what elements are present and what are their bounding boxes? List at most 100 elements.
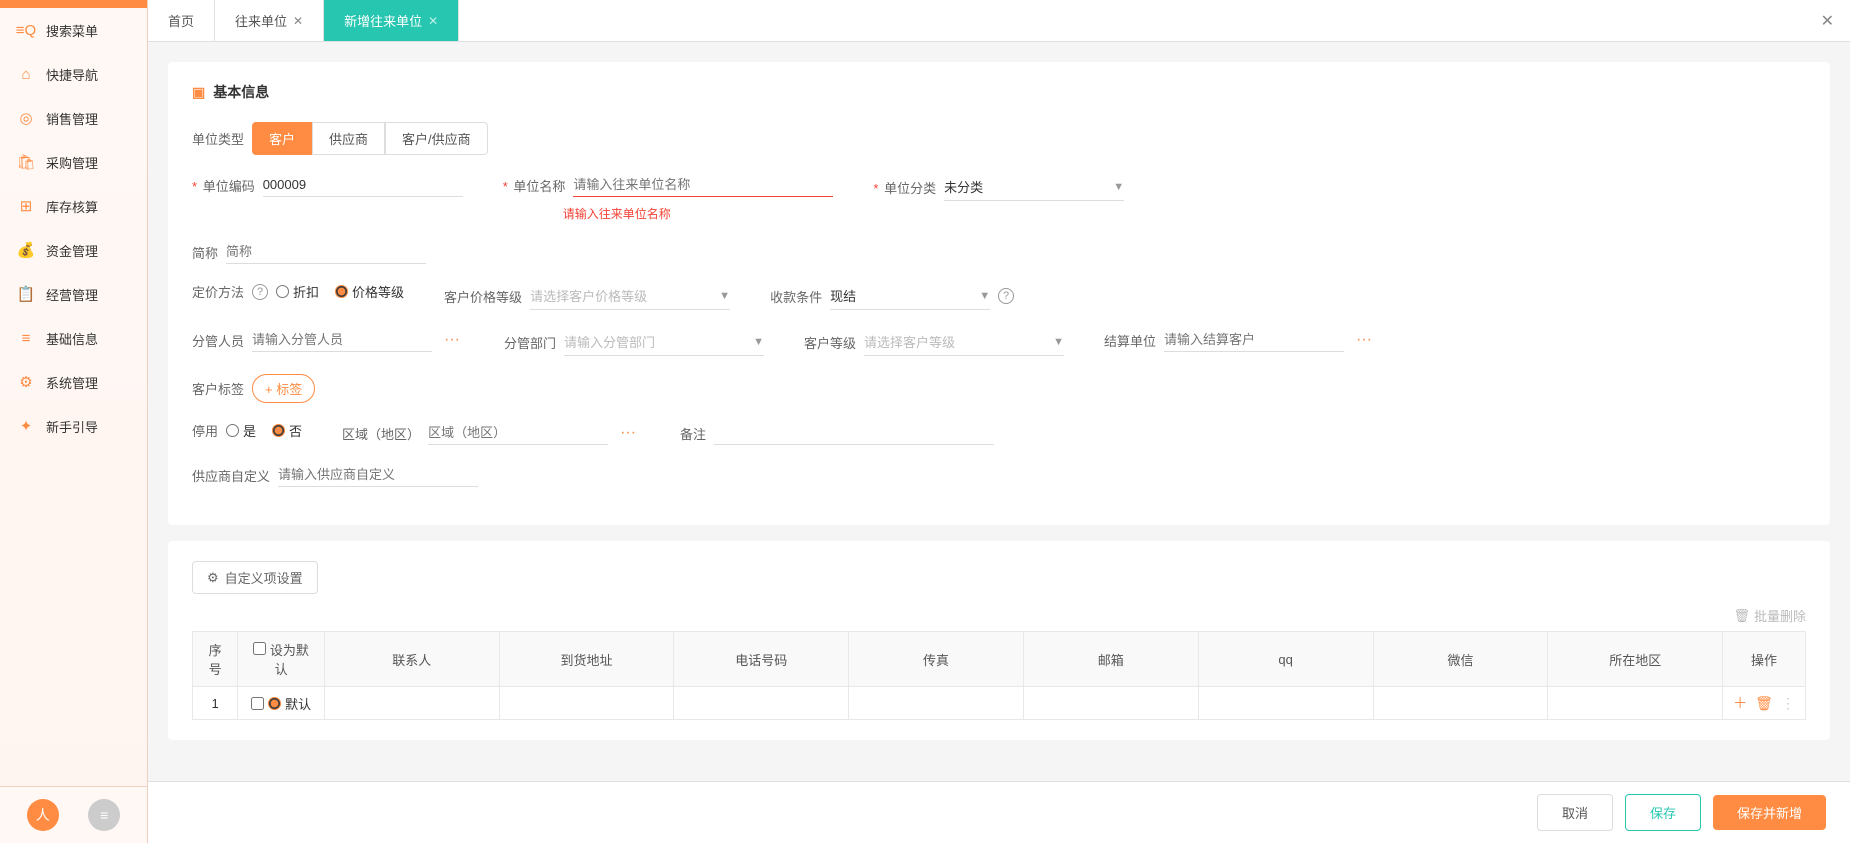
- tab-bar: 首页 往来单位 ✕ 新增往来单位 ✕ ✕: [148, 0, 1850, 42]
- row-fax[interactable]: [849, 687, 1024, 720]
- customer-level-label: 客户等级: [804, 333, 856, 352]
- sidebar-item-baseinfo-label: 基础信息: [46, 329, 98, 348]
- tab-partner-close[interactable]: ✕: [293, 14, 303, 28]
- disabled-yes-radio[interactable]: [226, 424, 239, 437]
- sidebar-item-purchase[interactable]: 🛍 采购管理: [0, 140, 147, 184]
- unit-type-both-btn[interactable]: 客户/供应商: [385, 122, 488, 155]
- main-content: 首页 往来单位 ✕ 新增往来单位 ✕ ✕ ▣ 基本信息 单位类型 客户: [148, 0, 1850, 843]
- unit-type-supplier-btn[interactable]: 供应商: [312, 122, 385, 155]
- sidebar-item-inventory-label: 库存核算: [46, 197, 98, 216]
- unit-code-label: * 单位编码: [192, 176, 255, 195]
- unit-category-select[interactable]: 未分类 ▼: [944, 173, 1124, 201]
- pricing-discount-label[interactable]: 折扣: [276, 282, 319, 301]
- unit-type-customer-btn[interactable]: 客户: [252, 122, 312, 155]
- tab-partner[interactable]: 往来单位 ✕: [215, 0, 324, 41]
- cancel-button[interactable]: 取消: [1537, 794, 1613, 831]
- pricing-discount-radio[interactable]: [276, 285, 289, 298]
- wechat-input[interactable]: [1384, 696, 1538, 711]
- sidebar-header: [0, 0, 147, 8]
- batch-delete-area: 🗑 批量删除: [192, 606, 1806, 625]
- delete-row-icon[interactable]: 🗑: [1755, 695, 1773, 712]
- row-default-radio[interactable]: [268, 697, 281, 710]
- contact-input[interactable]: [335, 696, 489, 711]
- disabled-no-label[interactable]: 否: [272, 421, 302, 440]
- fax-input[interactable]: [859, 696, 1013, 711]
- disabled-no-radio[interactable]: [272, 424, 285, 437]
- custom-settings-button[interactable]: ⚙ 自定义项设置: [192, 561, 318, 594]
- select-all-checkbox[interactable]: [253, 642, 266, 655]
- row-qq[interactable]: [1198, 687, 1373, 720]
- tab-new-partner[interactable]: 新增往来单位 ✕: [324, 0, 459, 41]
- settings-footer-icon[interactable]: ≡: [88, 799, 120, 831]
- supplier-custom-row: 供应商自定义: [192, 463, 1806, 487]
- col-index: 序号: [193, 632, 238, 687]
- row-index: 1: [193, 687, 238, 720]
- sidebar-item-inventory[interactable]: ⊞ 库存核算: [0, 184, 147, 228]
- customer-price-level-placeholder: 请选择客户价格等级: [530, 286, 715, 305]
- remarks-input[interactable]: [714, 421, 994, 445]
- add-tag-button[interactable]: + 标签: [252, 374, 315, 403]
- qq-input[interactable]: [1209, 696, 1363, 711]
- disabled-field: 停用 是 否: [192, 421, 302, 440]
- unit-name-input[interactable]: [573, 173, 833, 197]
- settlement-unit-input[interactable]: [1164, 328, 1344, 352]
- row-checkbox[interactable]: [251, 697, 264, 710]
- region-more-btn[interactable]: ···: [616, 424, 640, 442]
- supplier-custom-input[interactable]: [278, 463, 478, 487]
- short-name-field: 简称: [192, 240, 426, 264]
- col-fax: 传真: [849, 632, 1024, 687]
- phone-input[interactable]: [684, 696, 838, 711]
- pricing-level-label[interactable]: 价格等级: [335, 282, 404, 301]
- region-label: 区域（地区）: [342, 424, 420, 443]
- pricing-level-radio[interactable]: [335, 285, 348, 298]
- settlement-more-btn[interactable]: ···: [1352, 331, 1376, 349]
- unit-type-group: 客户 供应商 客户/供应商: [252, 122, 488, 155]
- sidebar-item-search[interactable]: ≡Q 搜索菜单: [0, 8, 147, 52]
- sidebar-item-guide[interactable]: ✦ 新手引导: [0, 404, 147, 448]
- row-address[interactable]: [499, 687, 674, 720]
- pricing-method-label: 定价方法: [192, 282, 244, 301]
- sidebar-item-operations[interactable]: 📋 经营管理: [0, 272, 147, 316]
- customer-level-select[interactable]: 请选择客户等级 ▼: [864, 328, 1064, 356]
- inventory-icon: ⊞: [16, 196, 36, 216]
- supervisor-row: 分管人员 ··· 分管部门 请输入分管部门 ▼ 客户等级 请选择客户等级 ▼: [192, 328, 1806, 356]
- user-avatar[interactable]: 人: [27, 799, 59, 831]
- row-email[interactable]: [1023, 687, 1198, 720]
- supervisor-input[interactable]: [252, 328, 432, 352]
- row-region[interactable]: [1548, 687, 1723, 720]
- email-input[interactable]: [1034, 696, 1188, 711]
- tab-home[interactable]: 首页: [148, 0, 215, 41]
- sidebar-item-guide-label: 新手引导: [46, 417, 98, 436]
- region-row-input[interactable]: [1558, 696, 1712, 711]
- unit-code-input[interactable]: [263, 173, 463, 197]
- region-input[interactable]: [428, 421, 608, 445]
- sidebar-item-sales[interactable]: ◎ 销售管理: [0, 96, 147, 140]
- disabled-yes-label[interactable]: 是: [226, 421, 256, 440]
- content-area: ▣ 基本信息 单位类型 客户 供应商 客户/供应商 *: [148, 42, 1850, 781]
- row-actions: ＋ 🗑 ⋮: [1723, 687, 1806, 720]
- save-new-button[interactable]: 保存并新增: [1713, 795, 1826, 830]
- col-qq: qq: [1198, 632, 1373, 687]
- short-name-input[interactable]: [226, 240, 426, 264]
- window-close-button[interactable]: ✕: [1805, 11, 1850, 31]
- customer-price-level-select[interactable]: 请选择客户价格等级 ▼: [530, 282, 730, 310]
- save-button[interactable]: 保存: [1625, 794, 1701, 831]
- supervisor-more-btn[interactable]: ···: [440, 331, 464, 349]
- add-row-icon[interactable]: ＋: [1733, 693, 1747, 713]
- baseinfo-icon: ≡: [16, 328, 36, 348]
- department-select[interactable]: 请输入分管部门 ▼: [564, 328, 764, 356]
- row-contact[interactable]: [324, 687, 499, 720]
- supplier-custom-label: 供应商自定义: [192, 466, 270, 485]
- sidebar-item-finance[interactable]: 💰 资金管理: [0, 228, 147, 272]
- sidebar-item-quicknav[interactable]: ⌂ 快捷导航: [0, 52, 147, 96]
- tab-new-partner-close[interactable]: ✕: [428, 14, 438, 28]
- sidebar-item-system[interactable]: ⚙ 系统管理: [0, 360, 147, 404]
- row-phone[interactable]: [674, 687, 849, 720]
- payment-terms-select[interactable]: 现结 ▼: [830, 282, 990, 310]
- pricing-help-icon[interactable]: ?: [252, 284, 268, 300]
- sidebar-item-baseinfo[interactable]: ≡ 基础信息: [0, 316, 147, 360]
- payment-terms-help-icon[interactable]: ?: [998, 288, 1014, 304]
- address-input[interactable]: [510, 696, 664, 711]
- sidebar-item-sales-label: 销售管理: [46, 109, 98, 128]
- row-wechat[interactable]: [1373, 687, 1548, 720]
